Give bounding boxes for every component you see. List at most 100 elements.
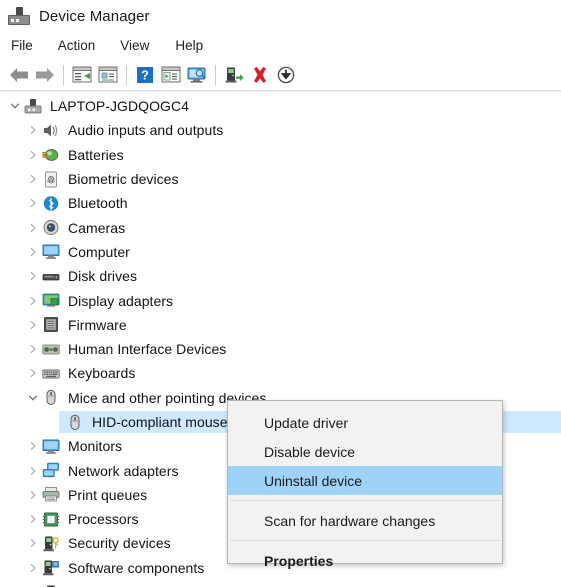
tree-row[interactable]: Bluetooth (0, 191, 561, 215)
tree-expander-collapsed[interactable] (24, 296, 41, 306)
menu-action[interactable]: Action (58, 36, 96, 55)
toolbar-back[interactable] (6, 63, 32, 87)
context-menu[interactable]: Update driver Disable device Uninstall dev… (227, 400, 503, 569)
keyboard-icon (41, 364, 61, 382)
toolbar-console-tree[interactable] (69, 63, 95, 87)
tree-row-label: Security devices (68, 535, 171, 552)
tree-row[interactable]: Disk drives (0, 264, 561, 288)
tree-row-label: Computer (68, 243, 130, 260)
tree-row[interactable]: Biometric devices (0, 167, 561, 191)
tree-row-label: Biometric devices (68, 171, 179, 188)
ctx-uninstall-device[interactable]: Uninstall device (228, 466, 502, 495)
fingerprint-icon (41, 170, 61, 188)
chevron-down-icon (28, 395, 37, 401)
ctx-update-driver[interactable]: Update driver (228, 408, 502, 437)
processor-icon (42, 512, 60, 527)
security-device-icon (43, 536, 59, 552)
toolbar-scan-hardware[interactable] (184, 63, 210, 87)
camera-icon (41, 219, 61, 237)
printer-icon (42, 487, 60, 502)
tree-row[interactable]: LAPTOP-JGDQOGC4 (0, 94, 561, 118)
menu-file[interactable]: File (11, 36, 33, 55)
tree-expander-collapsed[interactable] (24, 344, 41, 354)
tree-row-label: Bluetooth (68, 195, 128, 212)
scan-hardware-icon (187, 67, 206, 83)
network-adapter-icon (41, 462, 61, 480)
display-adapter-icon (41, 292, 61, 310)
ctx-separator-1 (230, 500, 500, 501)
menu-bar: File Action View Help (0, 33, 561, 58)
chevron-right-icon (30, 199, 35, 208)
ctx-properties[interactable]: Properties (228, 546, 502, 575)
toolbar-help[interactable]: ? (132, 63, 158, 87)
tree-row-label: Human Interface Devices (68, 341, 227, 358)
tree-row-label: Keyboards (68, 365, 136, 382)
toolbar-divider-shadow (0, 91, 561, 92)
chevron-down-icon (10, 103, 19, 109)
tree-expander-collapsed[interactable] (24, 125, 41, 135)
tree-expander-collapsed[interactable] (24, 514, 41, 524)
tree-row-label: Disk drives (68, 268, 138, 285)
toolbar-update-driver[interactable] (158, 63, 184, 87)
tree-row[interactable]: Batteries (0, 143, 561, 167)
ctx-disable-device[interactable]: Disable device (228, 437, 502, 466)
tree-expander-expanded[interactable] (24, 393, 41, 403)
tree-row[interactable]: Cameras (0, 215, 561, 239)
disk-drive-icon (41, 267, 61, 285)
bluetooth-icon (43, 196, 59, 211)
tree-expander-collapsed[interactable] (24, 150, 41, 160)
tree-row-label: LAPTOP-JGDQOGC4 (50, 98, 189, 115)
tree-row[interactable]: Audio inputs and outputs (0, 118, 561, 142)
software-component-icon (41, 559, 61, 577)
computer-root-icon (23, 97, 43, 115)
chevron-right-icon (30, 369, 35, 378)
tree-row[interactable]: Human Interface Devices (0, 337, 561, 361)
tree-row[interactable]: Software devices (0, 580, 561, 587)
chevron-right-icon (30, 345, 35, 354)
hid-icon (42, 344, 60, 355)
toolbar-properties[interactable] (95, 63, 121, 87)
tree-expander-collapsed[interactable] (24, 174, 41, 184)
chevron-right-icon (30, 539, 35, 548)
tree-expander-collapsed[interactable] (24, 538, 41, 548)
menu-help[interactable]: Help (175, 36, 203, 55)
tree-row-label: Processors (68, 511, 139, 528)
monitor-icon (42, 244, 60, 260)
tree-expander-collapsed[interactable] (24, 490, 41, 500)
ctx-separator-2 (230, 540, 500, 541)
tree-row[interactable]: Keyboards (0, 361, 561, 385)
toolbar-add-hardware[interactable] (221, 63, 247, 87)
tree-expander-collapsed[interactable] (24, 247, 41, 257)
toolbar-forward[interactable] (32, 63, 58, 87)
tree-row[interactable]: Computer (0, 240, 561, 264)
mouse-icon (46, 390, 56, 406)
menu-view[interactable]: View (120, 36, 149, 55)
keyboard-icon (42, 369, 60, 379)
tree-row[interactable]: Firmware (0, 313, 561, 337)
toolbar: ? (0, 58, 561, 91)
printer-icon (41, 486, 61, 504)
tree-expander-collapsed[interactable] (24, 198, 41, 208)
mouse-icon (41, 389, 61, 407)
tree-expander-collapsed[interactable] (24, 223, 41, 233)
tree-expander-collapsed[interactable] (24, 466, 41, 476)
monitor-icon (42, 439, 60, 454)
tree-expander-collapsed[interactable] (24, 441, 41, 451)
forward-arrow-icon (36, 67, 54, 82)
tree-expander-collapsed[interactable] (24, 563, 41, 573)
toolbar-disable[interactable] (273, 63, 299, 87)
tree-row[interactable]: Display adapters (0, 288, 561, 312)
ctx-scan-hardware[interactable]: Scan for hardware changes (228, 506, 502, 535)
firmware-icon (41, 316, 61, 334)
software-component-icon (43, 560, 59, 576)
tree-expander-collapsed[interactable] (24, 271, 41, 281)
toolbar-separator-2 (126, 64, 127, 85)
tree-expander-collapsed[interactable] (24, 368, 41, 378)
toolbar-uninstall[interactable] (247, 63, 273, 87)
tree-row-label: Network adapters (68, 462, 179, 479)
speaker-icon (44, 124, 58, 137)
tree-expander-collapsed[interactable] (24, 320, 41, 330)
tree-expander-expanded[interactable] (6, 101, 23, 111)
toolbar-separator-3 (215, 64, 216, 85)
chevron-right-icon (30, 126, 35, 135)
